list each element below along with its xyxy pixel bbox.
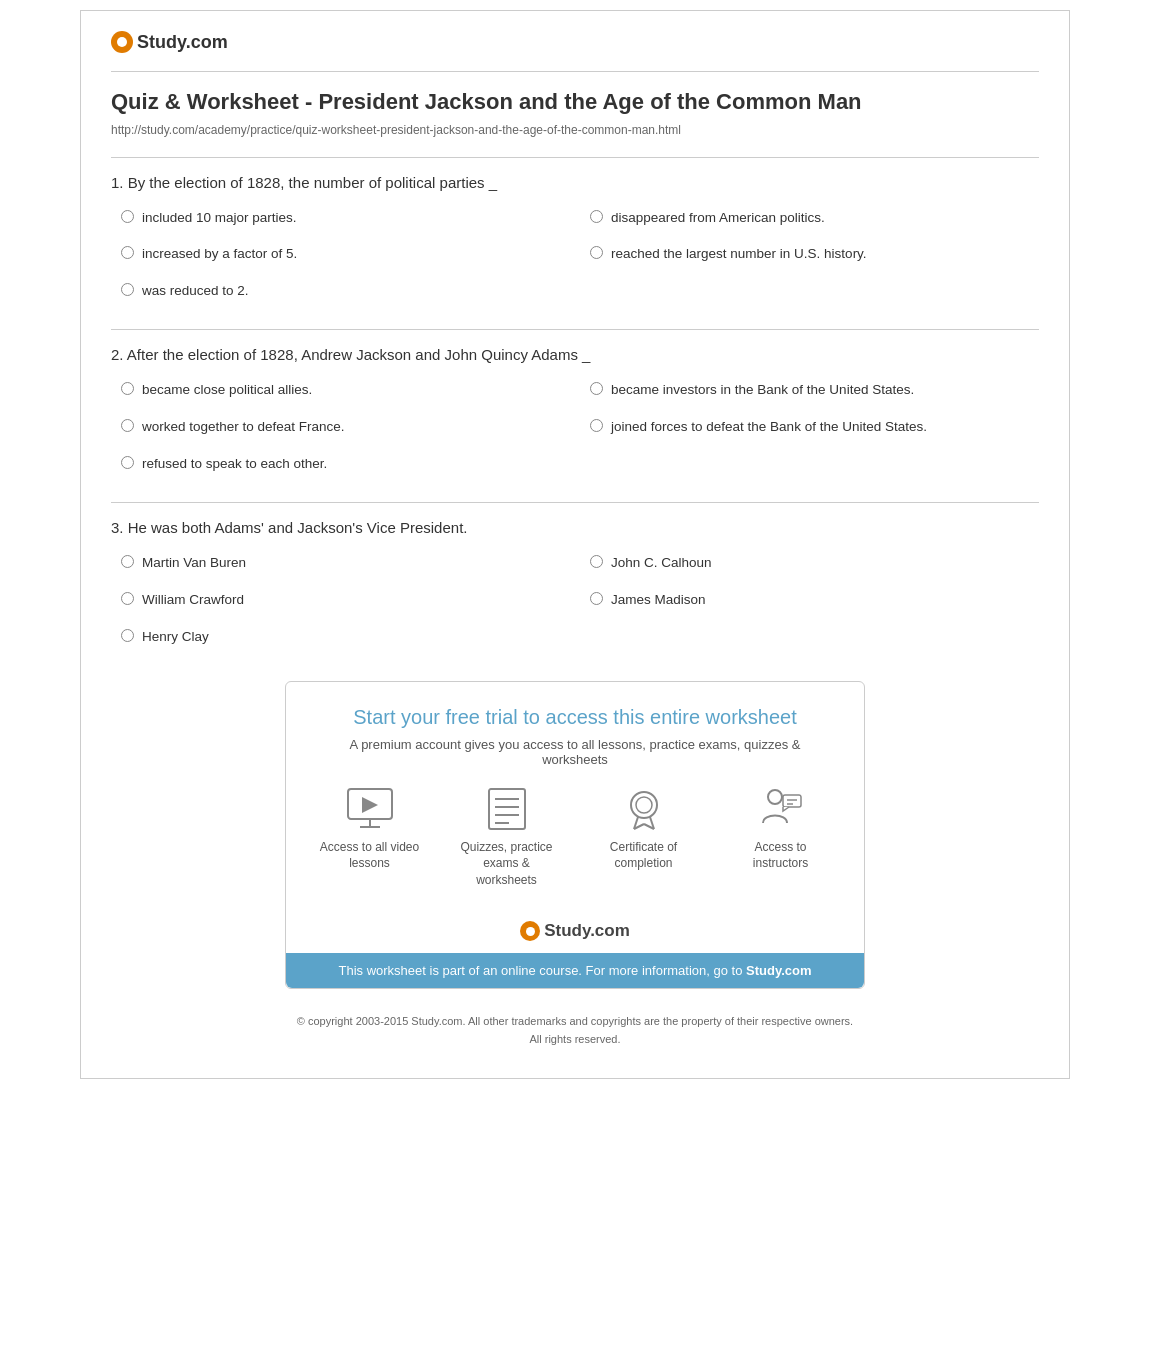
question-1-options: included 10 major parties. disappeared f… [121, 205, 1039, 306]
option-text: disappeared from American politics. [611, 209, 825, 228]
list-item[interactable]: refused to speak to each other. [121, 451, 570, 478]
top-divider [111, 71, 1039, 72]
question-2-text: 2. After the election of 1828, Andrew Ja… [111, 346, 1039, 363]
radio-q3-d[interactable] [590, 592, 603, 605]
logo-icon-inner [117, 37, 127, 47]
trial-banner-text: This worksheet is part of an online cour… [338, 963, 742, 978]
radio-q2-e[interactable] [121, 456, 134, 469]
list-item[interactable]: was reduced to 2. [121, 278, 570, 305]
question-1-text: 1. By the election of 1828, the number o… [111, 174, 1039, 191]
radio-q1-b[interactable] [590, 210, 603, 223]
page-wrapper: Study.com Quiz & Worksheet - President J… [80, 10, 1070, 1079]
svg-point-10 [636, 797, 652, 813]
logo-area: Study.com [111, 31, 1039, 53]
radio-q3-c[interactable] [121, 592, 134, 605]
footer-line1: © copyright 2003-2015 Study.com. All oth… [111, 1013, 1039, 1031]
svg-rect-16 [783, 795, 801, 807]
feature-quizzes: Quizzes, practice exams & worksheets [453, 787, 560, 889]
option-text: was reduced to 2. [142, 282, 249, 301]
option-text: joined forces to defeat the Bank of the … [611, 418, 927, 437]
list-item[interactable]: joined forces to defeat the Bank of the … [590, 414, 1039, 441]
list-item[interactable]: became close political allies. [121, 377, 570, 404]
logo-icon [111, 31, 133, 53]
page-url: http://study.com/academy/practice/quiz-w… [111, 123, 1039, 137]
question-1-block: 1. By the election of 1828, the number o… [111, 174, 1039, 306]
page-title: Quiz & Worksheet - President Jackson and… [111, 88, 1039, 117]
radio-q2-d[interactable] [590, 419, 603, 432]
option-text: became investors in the Bank of the Unit… [611, 381, 914, 400]
feature-instructors: Access to instructors [727, 787, 834, 889]
list-item[interactable]: increased by a factor of 5. [121, 241, 570, 268]
feature-certificate: Certificate of completion [590, 787, 697, 889]
list-icon [481, 787, 533, 831]
monitor-icon [344, 787, 396, 831]
option-text: Martin Van Buren [142, 554, 246, 573]
list-item[interactable]: William Crawford [121, 587, 570, 614]
feature-quizzes-text: Quizzes, practice exams & worksheets [453, 839, 560, 889]
footer-line2: All rights reserved. [111, 1031, 1039, 1049]
option-text: Henry Clay [142, 628, 209, 647]
svg-marker-3 [362, 797, 378, 813]
option-text: included 10 major parties. [142, 209, 297, 228]
feature-video-text: Access to all video lessons [316, 839, 423, 873]
trial-title: Start your free trial to access this ent… [316, 706, 834, 729]
trial-logo-text: Study.com [544, 921, 630, 941]
radio-q3-e[interactable] [121, 629, 134, 642]
list-item[interactable]: John C. Calhoun [590, 550, 1039, 577]
trial-logo-circle [520, 921, 540, 941]
question-3-block: 3. He was both Adams' and Jackson's Vice… [111, 519, 1039, 651]
logo-text-label: Study.com [137, 32, 228, 53]
option-text: John C. Calhoun [611, 554, 712, 573]
q2-divider [111, 502, 1039, 503]
medal-icon [618, 787, 670, 831]
radio-q2-b[interactable] [590, 382, 603, 395]
radio-q2-c[interactable] [121, 419, 134, 432]
option-text: James Madison [611, 591, 706, 610]
radio-q1-d[interactable] [590, 246, 603, 259]
instructor-icon [755, 787, 807, 831]
trial-logo-inner [526, 927, 535, 936]
title-divider [111, 157, 1039, 158]
question-2-options: became close political allies. became in… [121, 377, 1039, 478]
radio-q3-b[interactable] [590, 555, 603, 568]
option-text: reached the largest number in U.S. histo… [611, 245, 867, 264]
list-item[interactable]: included 10 major parties. [121, 205, 570, 232]
option-text: William Crawford [142, 591, 244, 610]
trial-banner: This worksheet is part of an online cour… [286, 953, 864, 988]
trial-study-logo: Study.com [520, 921, 630, 941]
option-text: increased by a factor of 5. [142, 245, 297, 264]
site-logo[interactable]: Study.com [111, 31, 1039, 53]
footer: © copyright 2003-2015 Study.com. All oth… [111, 1013, 1039, 1048]
svg-point-9 [631, 792, 657, 818]
features-row: Access to all video lessons Quizzes, pra… [316, 787, 834, 889]
radio-q2-a[interactable] [121, 382, 134, 395]
feature-instructors-text: Access to instructors [727, 839, 834, 873]
trial-banner-link[interactable]: Study.com [746, 963, 812, 978]
question-3-text: 3. He was both Adams' and Jackson's Vice… [111, 519, 1039, 536]
radio-q3-a[interactable] [121, 555, 134, 568]
list-item[interactable]: reached the largest number in U.S. histo… [590, 241, 1039, 268]
q1-divider [111, 329, 1039, 330]
option-text: became close political allies. [142, 381, 312, 400]
list-item[interactable]: Henry Clay [121, 624, 570, 651]
radio-q1-c[interactable] [121, 246, 134, 259]
question-2-block: 2. After the election of 1828, Andrew Ja… [111, 346, 1039, 478]
list-item[interactable]: became investors in the Bank of the Unit… [590, 377, 1039, 404]
trial-logo: Study.com [316, 909, 834, 953]
feature-certificate-text: Certificate of completion [590, 839, 697, 873]
list-item[interactable]: worked together to defeat France. [121, 414, 570, 441]
option-text: refused to speak to each other. [142, 455, 327, 474]
trial-subtitle: A premium account gives you access to al… [316, 737, 834, 767]
svg-point-15 [768, 790, 782, 804]
radio-q1-e[interactable] [121, 283, 134, 296]
list-item[interactable]: James Madison [590, 587, 1039, 614]
question-3-options: Martin Van Buren John C. Calhoun William… [121, 550, 1039, 651]
list-item[interactable]: Martin Van Buren [121, 550, 570, 577]
option-text: worked together to defeat France. [142, 418, 345, 437]
trial-box: Start your free trial to access this ent… [285, 681, 865, 989]
list-item[interactable]: disappeared from American politics. [590, 205, 1039, 232]
radio-q1-a[interactable] [121, 210, 134, 223]
feature-video: Access to all video lessons [316, 787, 423, 889]
